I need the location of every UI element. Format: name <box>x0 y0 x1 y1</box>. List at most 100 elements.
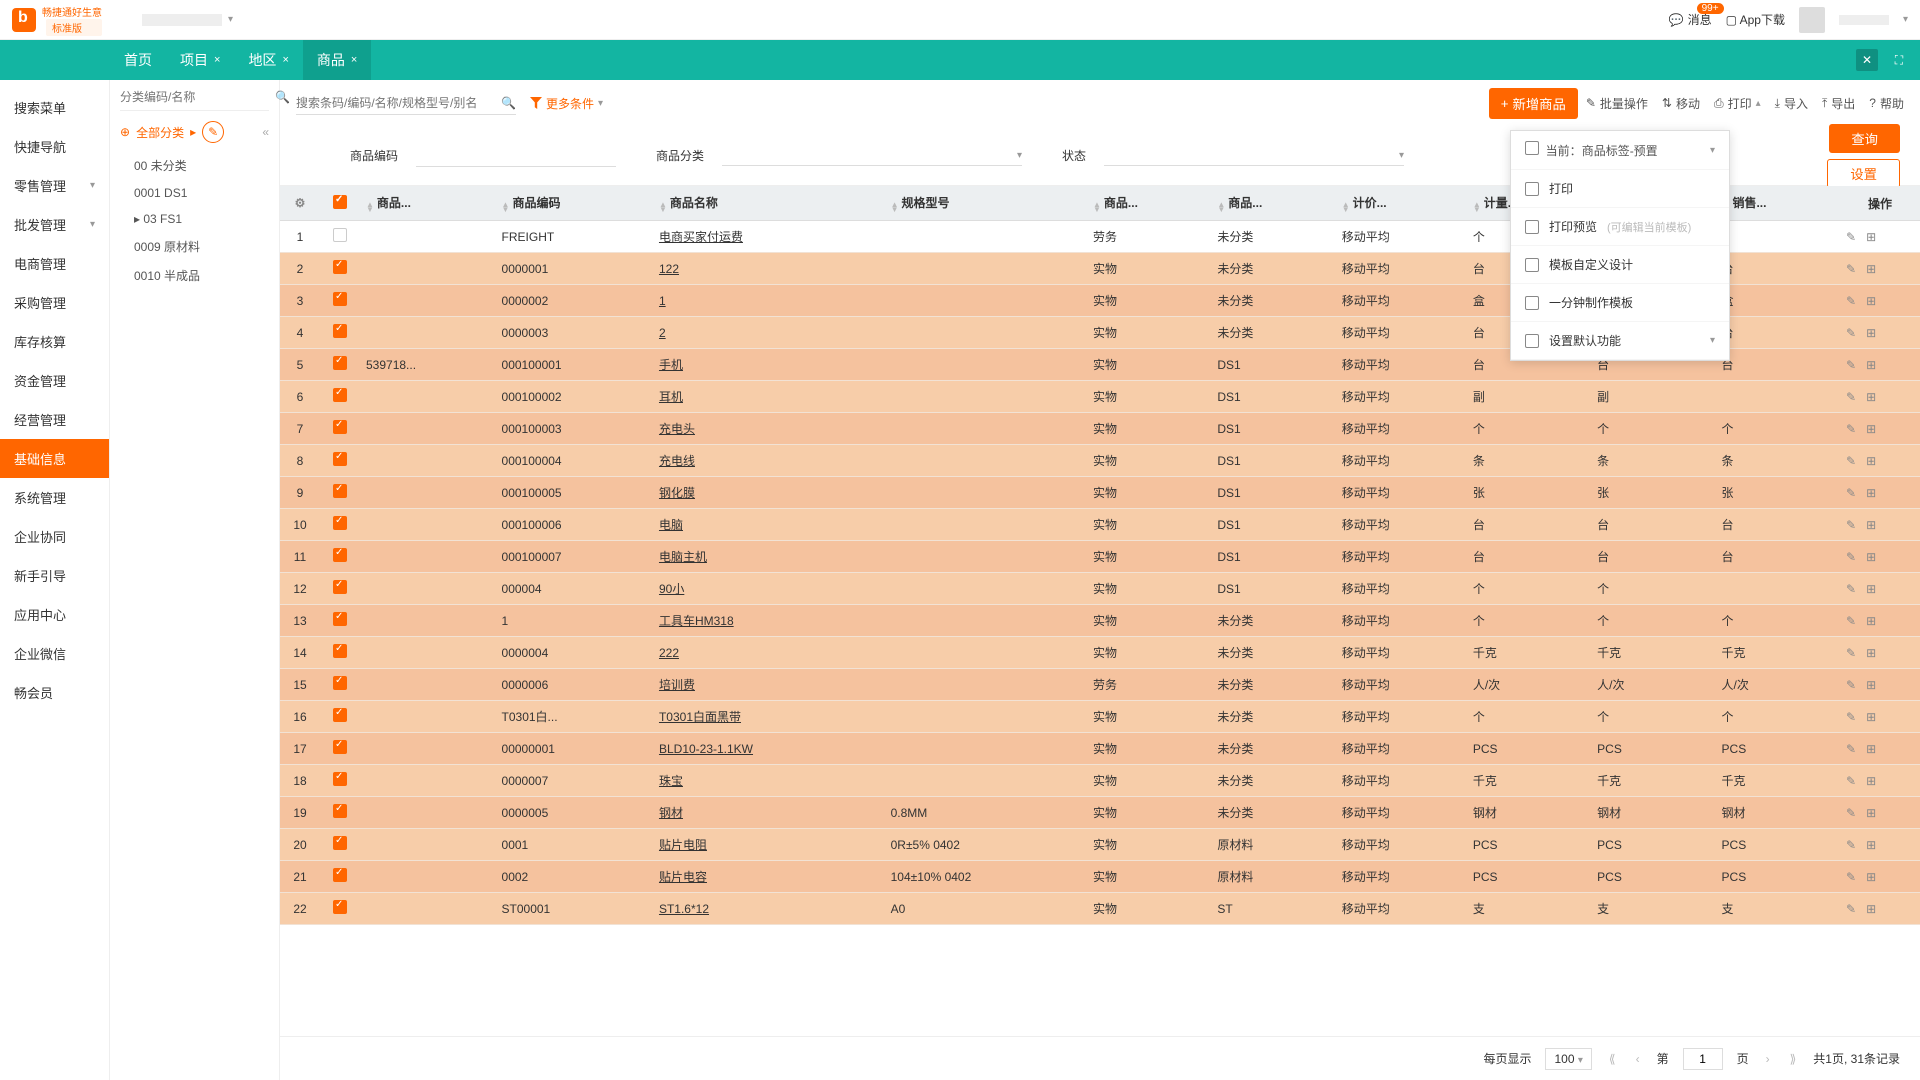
table-column-header[interactable]: ▲▼计价... <box>1336 186 1467 221</box>
org-selector[interactable]: ▾ <box>142 14 233 26</box>
page-next-button[interactable]: › <box>1763 1052 1773 1066</box>
row-checkbox[interactable] <box>333 900 347 914</box>
product-name-link[interactable]: 充电线 <box>659 454 695 468</box>
sidebar-item[interactable]: 系统管理 <box>0 478 109 517</box>
more-icon[interactable]: ⊞ <box>1866 486 1876 500</box>
toolbar-link[interactable]: ⤒导出 <box>1822 95 1855 112</box>
add-product-button[interactable]: + 新增商品 <box>1489 88 1578 119</box>
sort-icon[interactable]: ▲▼ <box>1093 202 1101 212</box>
sidebar-item[interactable]: 新手引导 <box>0 556 109 595</box>
product-name-link[interactable]: ST1.6*12 <box>659 902 709 916</box>
edit-icon[interactable]: ✎ <box>1846 326 1856 340</box>
sort-icon[interactable]: ▲▼ <box>1473 202 1481 212</box>
sidebar-item[interactable]: 企业微信 <box>0 634 109 673</box>
row-checkbox[interactable] <box>333 292 347 306</box>
row-checkbox[interactable] <box>333 516 347 530</box>
nav-tab[interactable]: 项目× <box>166 40 234 80</box>
toolbar-link[interactable]: ✎批量操作 <box>1586 95 1648 112</box>
row-checkbox[interactable] <box>333 228 347 242</box>
nav-tab[interactable]: 地区× <box>234 40 302 80</box>
sort-icon[interactable]: ▲▼ <box>502 202 510 212</box>
row-checkbox[interactable] <box>333 772 347 786</box>
sidebar-item[interactable]: 基础信息 <box>0 439 109 478</box>
tree-edit-button[interactable]: ✎ <box>202 121 224 143</box>
more-icon[interactable]: ⊞ <box>1866 838 1876 852</box>
edit-icon[interactable]: ✎ <box>1846 262 1856 276</box>
more-icon[interactable]: ⊞ <box>1866 902 1876 916</box>
table-row[interactable]: 7000100003充电头实物DS1移动平均个个个✎⊞ <box>280 413 1920 445</box>
sidebar-item[interactable]: 搜索菜单 <box>0 88 109 127</box>
row-checkbox[interactable] <box>333 452 347 466</box>
table-column-header[interactable]: ▲▼销售... <box>1716 186 1840 221</box>
product-name-link[interactable]: 电商买家付运费 <box>659 230 743 244</box>
table-row[interactable]: 190000005钢材0.8MM实物未分类移动平均钢材钢材钢材✎⊞ <box>280 797 1920 829</box>
tree-collapse-button[interactable]: « <box>262 125 269 139</box>
toolbar-link[interactable]: ⇅移动 <box>1662 95 1700 112</box>
sidebar-item[interactable]: 企业协同 <box>0 517 109 556</box>
tree-node[interactable]: ▸ 03 FS1 <box>120 206 269 232</box>
toolbar-link[interactable]: ⎙打印▴ <box>1714 95 1761 112</box>
more-icon[interactable]: ⊞ <box>1866 230 1876 244</box>
table-row[interactable]: 210002贴片电容104±10% 0402实物原材料移动平均PCSPCSPCS… <box>280 861 1920 893</box>
more-icon[interactable]: ⊞ <box>1866 326 1876 340</box>
table-row[interactable]: 11000100007电脑主机实物DS1移动平均台台台✎⊞ <box>280 541 1920 573</box>
table-column-header[interactable] <box>320 186 360 221</box>
tree-node[interactable]: 0009 原材料 <box>120 232 269 261</box>
edit-icon[interactable]: ✎ <box>1846 518 1856 532</box>
product-name-link[interactable]: 电脑主机 <box>659 550 707 564</box>
popover-item[interactable]: 模板自定义设计 <box>1511 246 1729 284</box>
filter-status-select[interactable]: ▾ <box>1104 146 1404 166</box>
edit-icon[interactable]: ✎ <box>1846 614 1856 628</box>
product-name-link[interactable]: 珠宝 <box>659 774 683 788</box>
filter-code-input[interactable] <box>416 144 616 167</box>
more-icon[interactable]: ⊞ <box>1866 774 1876 788</box>
table-row[interactable]: 10000100006电脑实物DS1移动平均台台台✎⊞ <box>280 509 1920 541</box>
sidebar-item[interactable]: 快捷导航 <box>0 127 109 166</box>
row-checkbox[interactable] <box>333 548 347 562</box>
row-checkbox[interactable] <box>333 708 347 722</box>
toolbar-link[interactable]: ?帮助 <box>1869 95 1904 112</box>
edit-icon[interactable]: ✎ <box>1846 678 1856 692</box>
more-icon[interactable]: ⊞ <box>1866 422 1876 436</box>
fullscreen-button[interactable]: ⛶ <box>1888 49 1910 71</box>
more-icon[interactable]: ⊞ <box>1866 806 1876 820</box>
row-checkbox[interactable] <box>333 868 347 882</box>
product-name-link[interactable]: 充电头 <box>659 422 695 436</box>
more-icon[interactable]: ⊞ <box>1866 742 1876 756</box>
table-column-header[interactable]: 操作 <box>1840 186 1920 221</box>
row-checkbox[interactable] <box>333 324 347 338</box>
product-name-link[interactable]: 钢材 <box>659 806 683 820</box>
page-last-button[interactable]: ⟫ <box>1787 1052 1800 1066</box>
product-name-link[interactable]: 钢化膜 <box>659 486 695 500</box>
sidebar-item[interactable]: 采购管理 <box>0 283 109 322</box>
close-icon[interactable]: × <box>282 40 288 80</box>
table-column-header[interactable]: ▲▼规格型号 <box>885 186 1087 221</box>
product-name-link[interactable]: BLD10-23-1.1KW <box>659 742 753 756</box>
tree-node[interactable]: 00 未分类 <box>120 151 269 180</box>
row-checkbox[interactable] <box>333 260 347 274</box>
more-icon[interactable]: ⊞ <box>1866 550 1876 564</box>
sort-icon[interactable]: ▲▼ <box>1217 202 1225 212</box>
table-column-header[interactable]: ⚙ <box>280 186 320 221</box>
more-icon[interactable]: ⊞ <box>1866 678 1876 692</box>
product-name-link[interactable]: 1 <box>659 294 666 308</box>
row-checkbox[interactable] <box>333 804 347 818</box>
query-button[interactable]: 查询 <box>1829 124 1900 153</box>
product-name-link[interactable]: 222 <box>659 646 679 660</box>
table-row[interactable]: 180000007珠宝实物未分类移动平均千克千克千克✎⊞ <box>280 765 1920 797</box>
edit-icon[interactable]: ✎ <box>1846 390 1856 404</box>
edit-icon[interactable]: ✎ <box>1846 294 1856 308</box>
page-first-button[interactable]: ⟪ <box>1606 1052 1619 1066</box>
row-checkbox[interactable] <box>333 644 347 658</box>
tree-play-icon[interactable]: ▸ <box>190 125 196 139</box>
sort-icon[interactable]: ▲▼ <box>366 202 374 212</box>
tree-root-label[interactable]: 全部分类 <box>136 124 184 141</box>
sort-icon[interactable]: ▲▼ <box>1342 202 1350 212</box>
toolbar-link[interactable]: ⤓导入 <box>1775 95 1808 112</box>
popover-item[interactable]: 打印 <box>1511 170 1729 208</box>
popover-item[interactable]: 一分钟制作模板 <box>1511 284 1729 322</box>
product-name-link[interactable]: 工具车HM318 <box>659 614 734 628</box>
row-checkbox[interactable] <box>333 836 347 850</box>
product-name-link[interactable]: 贴片电容 <box>659 870 707 884</box>
more-icon[interactable]: ⊞ <box>1866 262 1876 276</box>
